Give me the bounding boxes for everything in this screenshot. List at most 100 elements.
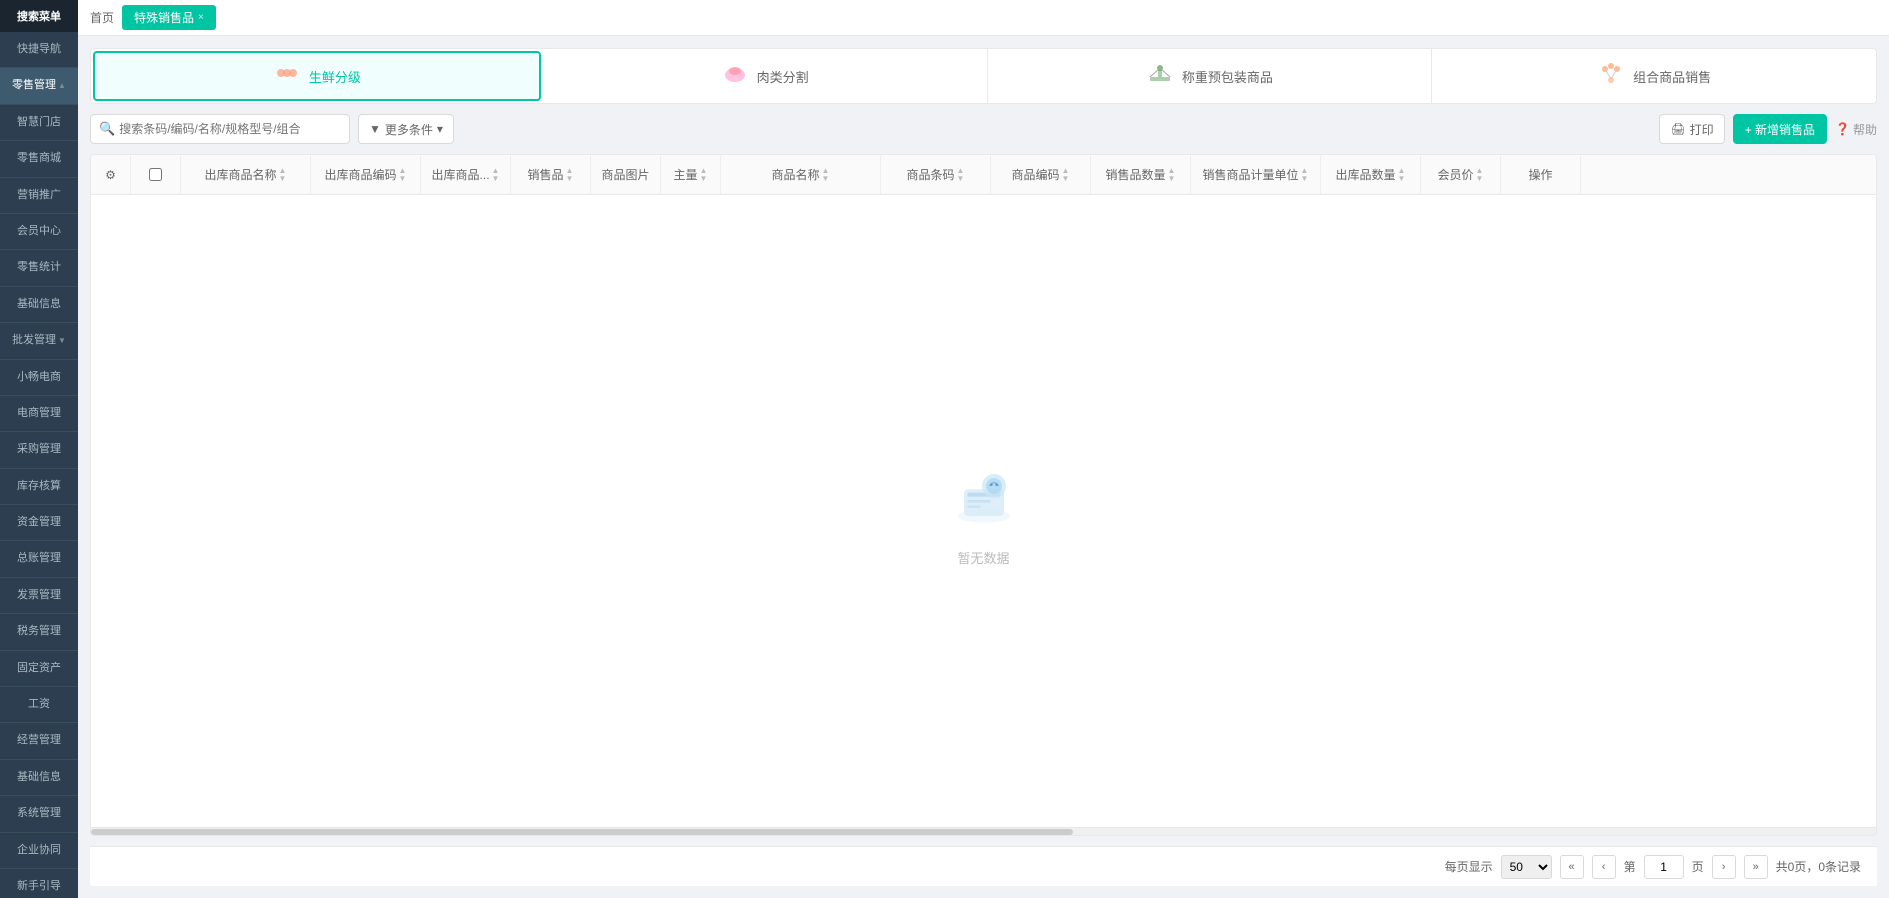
cat-tab-weigh-pack[interactable]: 称重预包装商品 [988,49,1433,103]
sort-icon[interactable]: ▲▼ [566,167,574,183]
horizontal-scroll-thumb[interactable] [91,829,1073,835]
filter-label: 更多条件 [385,121,433,138]
sidebar-item-tax-mgmt[interactable]: 税务管理 [0,614,78,650]
sidebar-item-inventory[interactable]: 库存核算 [0,469,78,505]
th-label: 主量 [674,166,698,183]
filter-arrow-icon: ▾ [437,122,443,136]
th-label: 操作 [1528,166,1552,183]
sort-icon[interactable]: ▲▼ [1062,167,1070,183]
sidebar-item-sys-mgmt[interactable]: 系统管理 [0,796,78,832]
th-checkbox[interactable] [131,155,181,194]
th-out-qty: 出库品数量 ▲▼ [1321,155,1421,194]
first-page-button[interactable]: « [1560,855,1584,879]
sidebar-item-sales-promo[interactable]: 营销推广 [0,178,78,214]
sort-icon[interactable]: ▲▼ [492,167,500,183]
th-sale-product: 销售品 ▲▼ [511,155,591,194]
combo-sales-icon [1597,59,1625,93]
active-tab-label: 特殊销售品 [134,9,194,26]
sort-icon[interactable]: ▲▼ [957,167,965,183]
sidebar-item-wholesale-mgmt[interactable]: 批发管理 ▼ [0,323,78,359]
search-box[interactable]: 🔍 [90,114,350,144]
th-label: 出库商品编码 [325,166,397,183]
sidebar-item-base-info-1[interactable]: 基础信息 [0,287,78,323]
cat-tab-combo-sales[interactable]: 组合商品销售 [1432,49,1876,103]
sidebar-item-mini-ecom[interactable]: 小畅电商 [0,360,78,396]
per-page-select[interactable]: 10 20 50 100 [1501,855,1552,879]
th-label: 销售商品计量单位 [1203,166,1299,183]
prev-page-button[interactable]: ‹ [1592,855,1616,879]
th-product-name: 商品名称 ▲▼ [721,155,881,194]
sort-icon[interactable]: ▲▼ [1476,167,1484,183]
th-label: 会员价 [1438,166,1474,183]
sidebar-item-capital-mgmt[interactable]: 资金管理 [0,505,78,541]
search-input[interactable] [119,122,339,136]
table-container: ⚙ 出库商品名称 ▲▼ 出库商品编码 ▲▼ 出库商品... ▲▼ [90,154,1877,836]
home-tab[interactable]: 首页 [90,9,114,26]
print-icon: 🖨 [1670,122,1685,136]
sidebar-item-retail-mall[interactable]: 零售商城 [0,141,78,177]
sidebar-item-base-info-2[interactable]: 基础信息 [0,760,78,796]
sidebar-item-quick-nav[interactable]: 快捷导航 [0,32,78,68]
add-sale-product-button[interactable]: + 新增销售品 [1733,114,1827,144]
th-label: 出库商品名称 [205,166,277,183]
page-number-input[interactable] [1644,855,1684,879]
toolbar: 🔍 ▼ 更多条件 ▾ 🖨 打印 + 新增销售品 ❓ [90,114,1877,144]
search-icon: 🔍 [99,121,115,137]
cat-tab-label: 生鲜分级 [309,67,361,86]
th-out-product-more: 出库商品... ▲▼ [421,155,511,194]
filter-button[interactable]: ▼ 更多条件 ▾ [358,114,454,144]
sort-icon[interactable]: ▲▼ [1398,167,1406,183]
th-out-product-name: 出库商品名称 ▲▼ [181,155,311,194]
sidebar-item-business-mgmt[interactable]: 经营管理 [0,723,78,759]
last-page-button[interactable]: » [1744,855,1768,879]
next-page-button[interactable]: › [1712,855,1736,879]
th-label: 商品名称 [772,166,820,183]
sidebar-item-general-ledger[interactable]: 总账管理 [0,541,78,577]
sidebar-item-label: 批发管理 [12,333,56,348]
meat-cut-icon [721,59,749,93]
sort-icon[interactable]: ▲▼ [1168,167,1176,183]
table-header: ⚙ 出库商品名称 ▲▼ 出库商品编码 ▲▼ 出库商品... ▲▼ [91,155,1876,195]
pagination-bar: 每页显示 10 20 50 100 « ‹ 第 页 › » 共0页，0条记录 [90,846,1877,886]
print-label: 打印 [1690,121,1714,138]
sort-icon[interactable]: ▲▼ [700,167,708,183]
empty-text: 暂无数据 [957,548,1009,567]
sidebar-item-invoice-mgmt[interactable]: 发票管理 [0,578,78,614]
select-all-checkbox[interactable] [149,168,162,181]
sidebar-item-smart-store[interactable]: 智慧门店 [0,105,78,141]
cat-tab-label: 组合商品销售 [1633,67,1711,86]
sidebar-item-new-guide[interactable]: 新手引导 [0,869,78,898]
sidebar-item-label: 零售管理 [12,78,56,93]
sidebar-item-retail-mgmt[interactable]: 零售管理 ▲ [0,68,78,104]
main-area: 首页 特殊销售品 × 生鲜分级 肉类分割 [78,0,1889,898]
sort-icon[interactable]: ▲▼ [822,167,830,183]
expand-arrow-icon: ▼ [58,335,66,346]
close-tab-icon[interactable]: × [198,12,204,23]
th-operations: 操作 [1501,155,1581,194]
sidebar-logo[interactable]: 搜索菜单 [0,0,78,32]
horizontal-scrollbar[interactable] [91,827,1876,835]
toolbar-left: 🔍 ▼ 更多条件 ▾ [90,114,454,144]
print-button[interactable]: 🖨 打印 [1659,114,1724,144]
cat-tab-meat-cut[interactable]: 肉类分割 [543,49,988,103]
fresh-grade-icon [273,59,301,93]
sidebar-item-wages[interactable]: 工资 [0,687,78,723]
sidebar-item-fixed-assets[interactable]: 固定资产 [0,651,78,687]
sort-icon[interactable]: ▲▼ [279,167,287,183]
total-label: 共0页，0条记录 [1776,858,1861,875]
active-tab[interactable]: 特殊销售品 × [122,5,216,30]
sidebar-item-ecom-mgmt[interactable]: 电商管理 [0,396,78,432]
th-settings[interactable]: ⚙ [91,155,131,194]
content-area: 生鲜分级 肉类分割 称重预包装商品 组合商品销售 [78,36,1889,898]
sort-icon[interactable]: ▲▼ [399,167,407,183]
th-label: 销售品 [528,166,564,183]
sidebar-item-enterprise-collab[interactable]: 企业协同 [0,833,78,869]
cat-tab-fresh-grade[interactable]: 生鲜分级 [93,51,541,101]
help-button[interactable]: ❓ 帮助 [1835,121,1877,138]
sidebar-item-purchase-mgmt[interactable]: 采购管理 [0,432,78,468]
topbar: 首页 特殊销售品 × [78,0,1889,36]
th-label: 商品图片 [601,166,649,183]
sort-icon[interactable]: ▲▼ [1301,167,1309,183]
sidebar-item-member-center[interactable]: 会员中心 [0,214,78,250]
sidebar-item-retail-stats[interactable]: 零售统计 [0,250,78,286]
